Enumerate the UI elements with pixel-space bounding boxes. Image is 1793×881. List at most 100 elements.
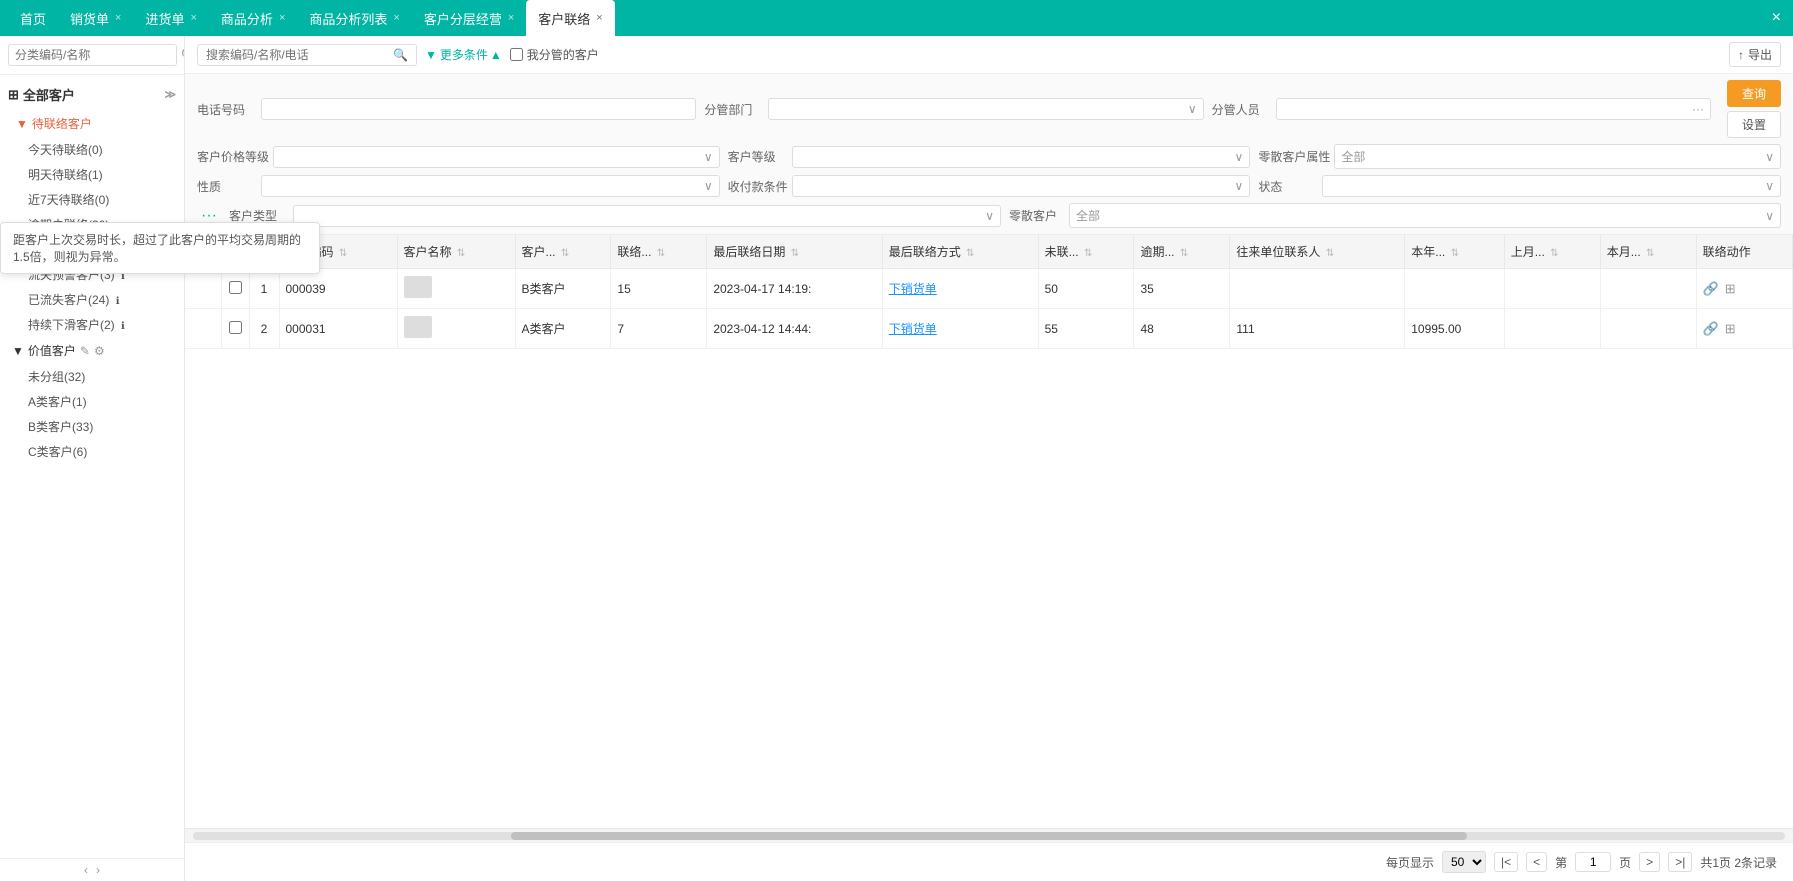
table-row: 1 000039 B类客户 15 2023-04-17 14:19: 下销货单 … bbox=[185, 269, 1793, 309]
scroll-thumb bbox=[511, 832, 1466, 840]
sidebar-item-churned[interactable]: 已流失客户(24) ℹ bbox=[0, 287, 184, 312]
toolbar: 🔍 ▼ 更多条件 ▲ 我分管的客户 ↑ 导出 bbox=[185, 36, 1793, 74]
settings-icon-sidebar[interactable]: ⚙ bbox=[94, 344, 105, 358]
settings-button[interactable]: 设置 bbox=[1727, 111, 1781, 138]
row-link-icon[interactable]: 🔗 bbox=[1703, 321, 1719, 337]
row-last-month bbox=[1504, 309, 1600, 349]
sidebar-item-class-c[interactable]: C类客户(6) bbox=[0, 439, 184, 464]
tab-analysis-list[interactable]: 商品分析列表 × bbox=[297, 0, 411, 36]
horizontal-scrollbar[interactable] bbox=[185, 828, 1793, 842]
page-input[interactable] bbox=[1575, 852, 1611, 872]
tab-analysis[interactable]: 商品分析 × bbox=[209, 0, 297, 36]
sort-icon8: ⇅ bbox=[1180, 248, 1188, 259]
tab-purchase[interactable]: 进货单 × bbox=[133, 0, 208, 36]
unit-contact-col-header[interactable]: 往来单位联系人 ⇅ bbox=[1230, 235, 1405, 269]
sidebar-right-arrow[interactable]: › bbox=[96, 863, 100, 877]
sidebar-search-input[interactable] bbox=[8, 44, 177, 66]
main-search-icon[interactable]: 🔍 bbox=[393, 48, 408, 62]
close-customer-contact-icon[interactable]: × bbox=[596, 12, 602, 24]
tab-customer-contact[interactable]: 客户联络 × bbox=[526, 0, 614, 36]
tab-home[interactable]: 首页 bbox=[8, 0, 58, 36]
filter-customer-type: 客户类型 ∨ bbox=[229, 205, 1001, 227]
my-customers-checkbox-area[interactable]: 我分管的客户 bbox=[510, 46, 599, 63]
customer-tier-select[interactable]: ∨ bbox=[792, 146, 1251, 168]
retail-customer-select[interactable]: 全部 ∨ bbox=[1069, 203, 1781, 228]
row-last-contact-date: 2023-04-17 14:19: bbox=[707, 269, 882, 309]
sidebar-collapse-icon[interactable]: ≫ bbox=[164, 88, 176, 101]
sidebar-value-customers-section[interactable]: ▼ 价值客户 ✎ ⚙ bbox=[0, 337, 184, 364]
row-menu-icon[interactable]: ⊞ bbox=[1725, 321, 1736, 337]
this-month-col-header[interactable]: 本月... ⇅ bbox=[1600, 235, 1696, 269]
sidebar-item-declining[interactable]: 持续下滑客户(2) ℹ bbox=[0, 312, 184, 337]
row-type: B类客户 bbox=[515, 269, 611, 309]
main-search-input[interactable] bbox=[206, 48, 389, 62]
sidebar-pending-contact-section[interactable]: ▼ 待联络客户 bbox=[0, 110, 184, 137]
row-checkbox[interactable] bbox=[229, 281, 242, 294]
query-button[interactable]: 查询 bbox=[1727, 80, 1781, 107]
tab-customer-tier[interactable]: 客户分层经营 × bbox=[412, 0, 526, 36]
chevron-down-icon3: ∨ bbox=[1235, 150, 1244, 164]
manager-select[interactable]: ··· bbox=[1276, 98, 1711, 120]
sidebar-item-7days[interactable]: 近7天待联络(0) bbox=[0, 187, 184, 212]
chevron-down-icon8: ∨ bbox=[985, 209, 994, 223]
name-col-header[interactable]: 客户名称 ⇅ bbox=[397, 235, 515, 269]
dept-select[interactable]: ∨ bbox=[768, 98, 1203, 120]
sidebar-all-customers[interactable]: ⊞ 全部客户 ≫ bbox=[0, 79, 184, 110]
edit-icon[interactable]: ✎ bbox=[80, 344, 90, 358]
last-contact-date-col-header[interactable]: 最后联络日期 ⇅ bbox=[707, 235, 882, 269]
more-conditions-btn[interactable]: ▼ 更多条件 ▲ bbox=[425, 46, 502, 63]
sidebar-item-today[interactable]: 今天待联络(0) bbox=[0, 137, 184, 162]
this-year-col-header[interactable]: 本年... ⇅ bbox=[1405, 235, 1505, 269]
row-link-icon[interactable]: 🔗 bbox=[1703, 281, 1719, 297]
last-page-btn[interactable]: >| bbox=[1668, 852, 1692, 872]
row-last-contact-date: 2023-04-12 14:44: bbox=[707, 309, 882, 349]
close-all-tabs-icon[interactable]: × bbox=[1772, 9, 1781, 27]
sidebar-item-unclassified[interactable]: 未分组(32) bbox=[0, 364, 184, 389]
close-analysis-list-icon[interactable]: × bbox=[393, 12, 399, 24]
my-customers-checkbox[interactable] bbox=[510, 48, 523, 61]
row-checkbox-cell bbox=[221, 269, 249, 309]
contact-method-link[interactable]: 下销货单 bbox=[889, 282, 937, 296]
pending-col-header[interactable]: 未联... ⇅ bbox=[1038, 235, 1134, 269]
close-analysis-icon[interactable]: × bbox=[279, 12, 285, 24]
row-checkbox[interactable] bbox=[229, 321, 242, 334]
gender-select[interactable]: ∨ bbox=[261, 175, 720, 197]
per-page-select[interactable]: 50 bbox=[1442, 851, 1486, 873]
sidebar-left-arrow[interactable]: ‹ bbox=[84, 863, 88, 877]
status-select[interactable]: ∨ bbox=[1322, 175, 1781, 197]
export-button[interactable]: ↑ 导出 bbox=[1729, 42, 1781, 67]
chevron-down-icon7: ∨ bbox=[1765, 179, 1774, 193]
sidebar-item-class-a[interactable]: A类客户(1) bbox=[0, 389, 184, 414]
chevron-down-icon6: ∨ bbox=[1235, 179, 1244, 193]
retail-attr-select[interactable]: 全部 ∨ bbox=[1334, 144, 1781, 169]
sort-icon9: ⇅ bbox=[1326, 248, 1334, 259]
sidebar-item-tomorrow[interactable]: 明天待联络(1) bbox=[0, 162, 184, 187]
last-contact-method-col-header[interactable]: 最后联络方式 ⇅ bbox=[882, 235, 1038, 269]
type-col-header[interactable]: 客户... ⇅ bbox=[515, 235, 611, 269]
row-overdue: 35 bbox=[1134, 269, 1230, 309]
customer-type-select[interactable]: ∨ bbox=[293, 205, 1001, 227]
close-purchase-icon[interactable]: × bbox=[190, 12, 196, 24]
sort-icon5: ⇅ bbox=[791, 248, 799, 259]
close-sales-icon[interactable]: × bbox=[115, 12, 121, 24]
contact-method-link[interactable]: 下销货单 bbox=[889, 322, 937, 336]
filter-price-tier: 客户价格等级 ∨ bbox=[197, 146, 720, 168]
scroll-track bbox=[193, 832, 1785, 840]
overdue-col-header[interactable]: 逾期... ⇅ bbox=[1134, 235, 1230, 269]
price-tier-select[interactable]: ∨ bbox=[273, 146, 720, 168]
first-page-btn[interactable]: |< bbox=[1494, 852, 1518, 872]
sidebar-item-class-b[interactable]: B类客户(33) bbox=[0, 414, 184, 439]
last-month-col-header[interactable]: 上月... ⇅ bbox=[1504, 235, 1600, 269]
tab-sales[interactable]: 销货单 × bbox=[58, 0, 133, 36]
next-page-btn[interactable]: > bbox=[1639, 852, 1660, 872]
prev-page-btn[interactable]: < bbox=[1526, 852, 1547, 872]
payment-select[interactable]: ∨ bbox=[792, 175, 1251, 197]
close-customer-tier-icon[interactable]: × bbox=[508, 12, 514, 24]
row-actions: 🔗 ⊞ bbox=[1696, 269, 1792, 309]
phone-input[interactable] bbox=[261, 98, 696, 120]
row-menu-icon[interactable]: ⊞ bbox=[1725, 281, 1736, 297]
contact-col-header[interactable]: 联络... ⇅ bbox=[611, 235, 707, 269]
sort-icon3: ⇅ bbox=[561, 248, 569, 259]
row-pending: 50 bbox=[1038, 269, 1134, 309]
filter-payment: 收付款条件 ∨ bbox=[728, 175, 1251, 197]
